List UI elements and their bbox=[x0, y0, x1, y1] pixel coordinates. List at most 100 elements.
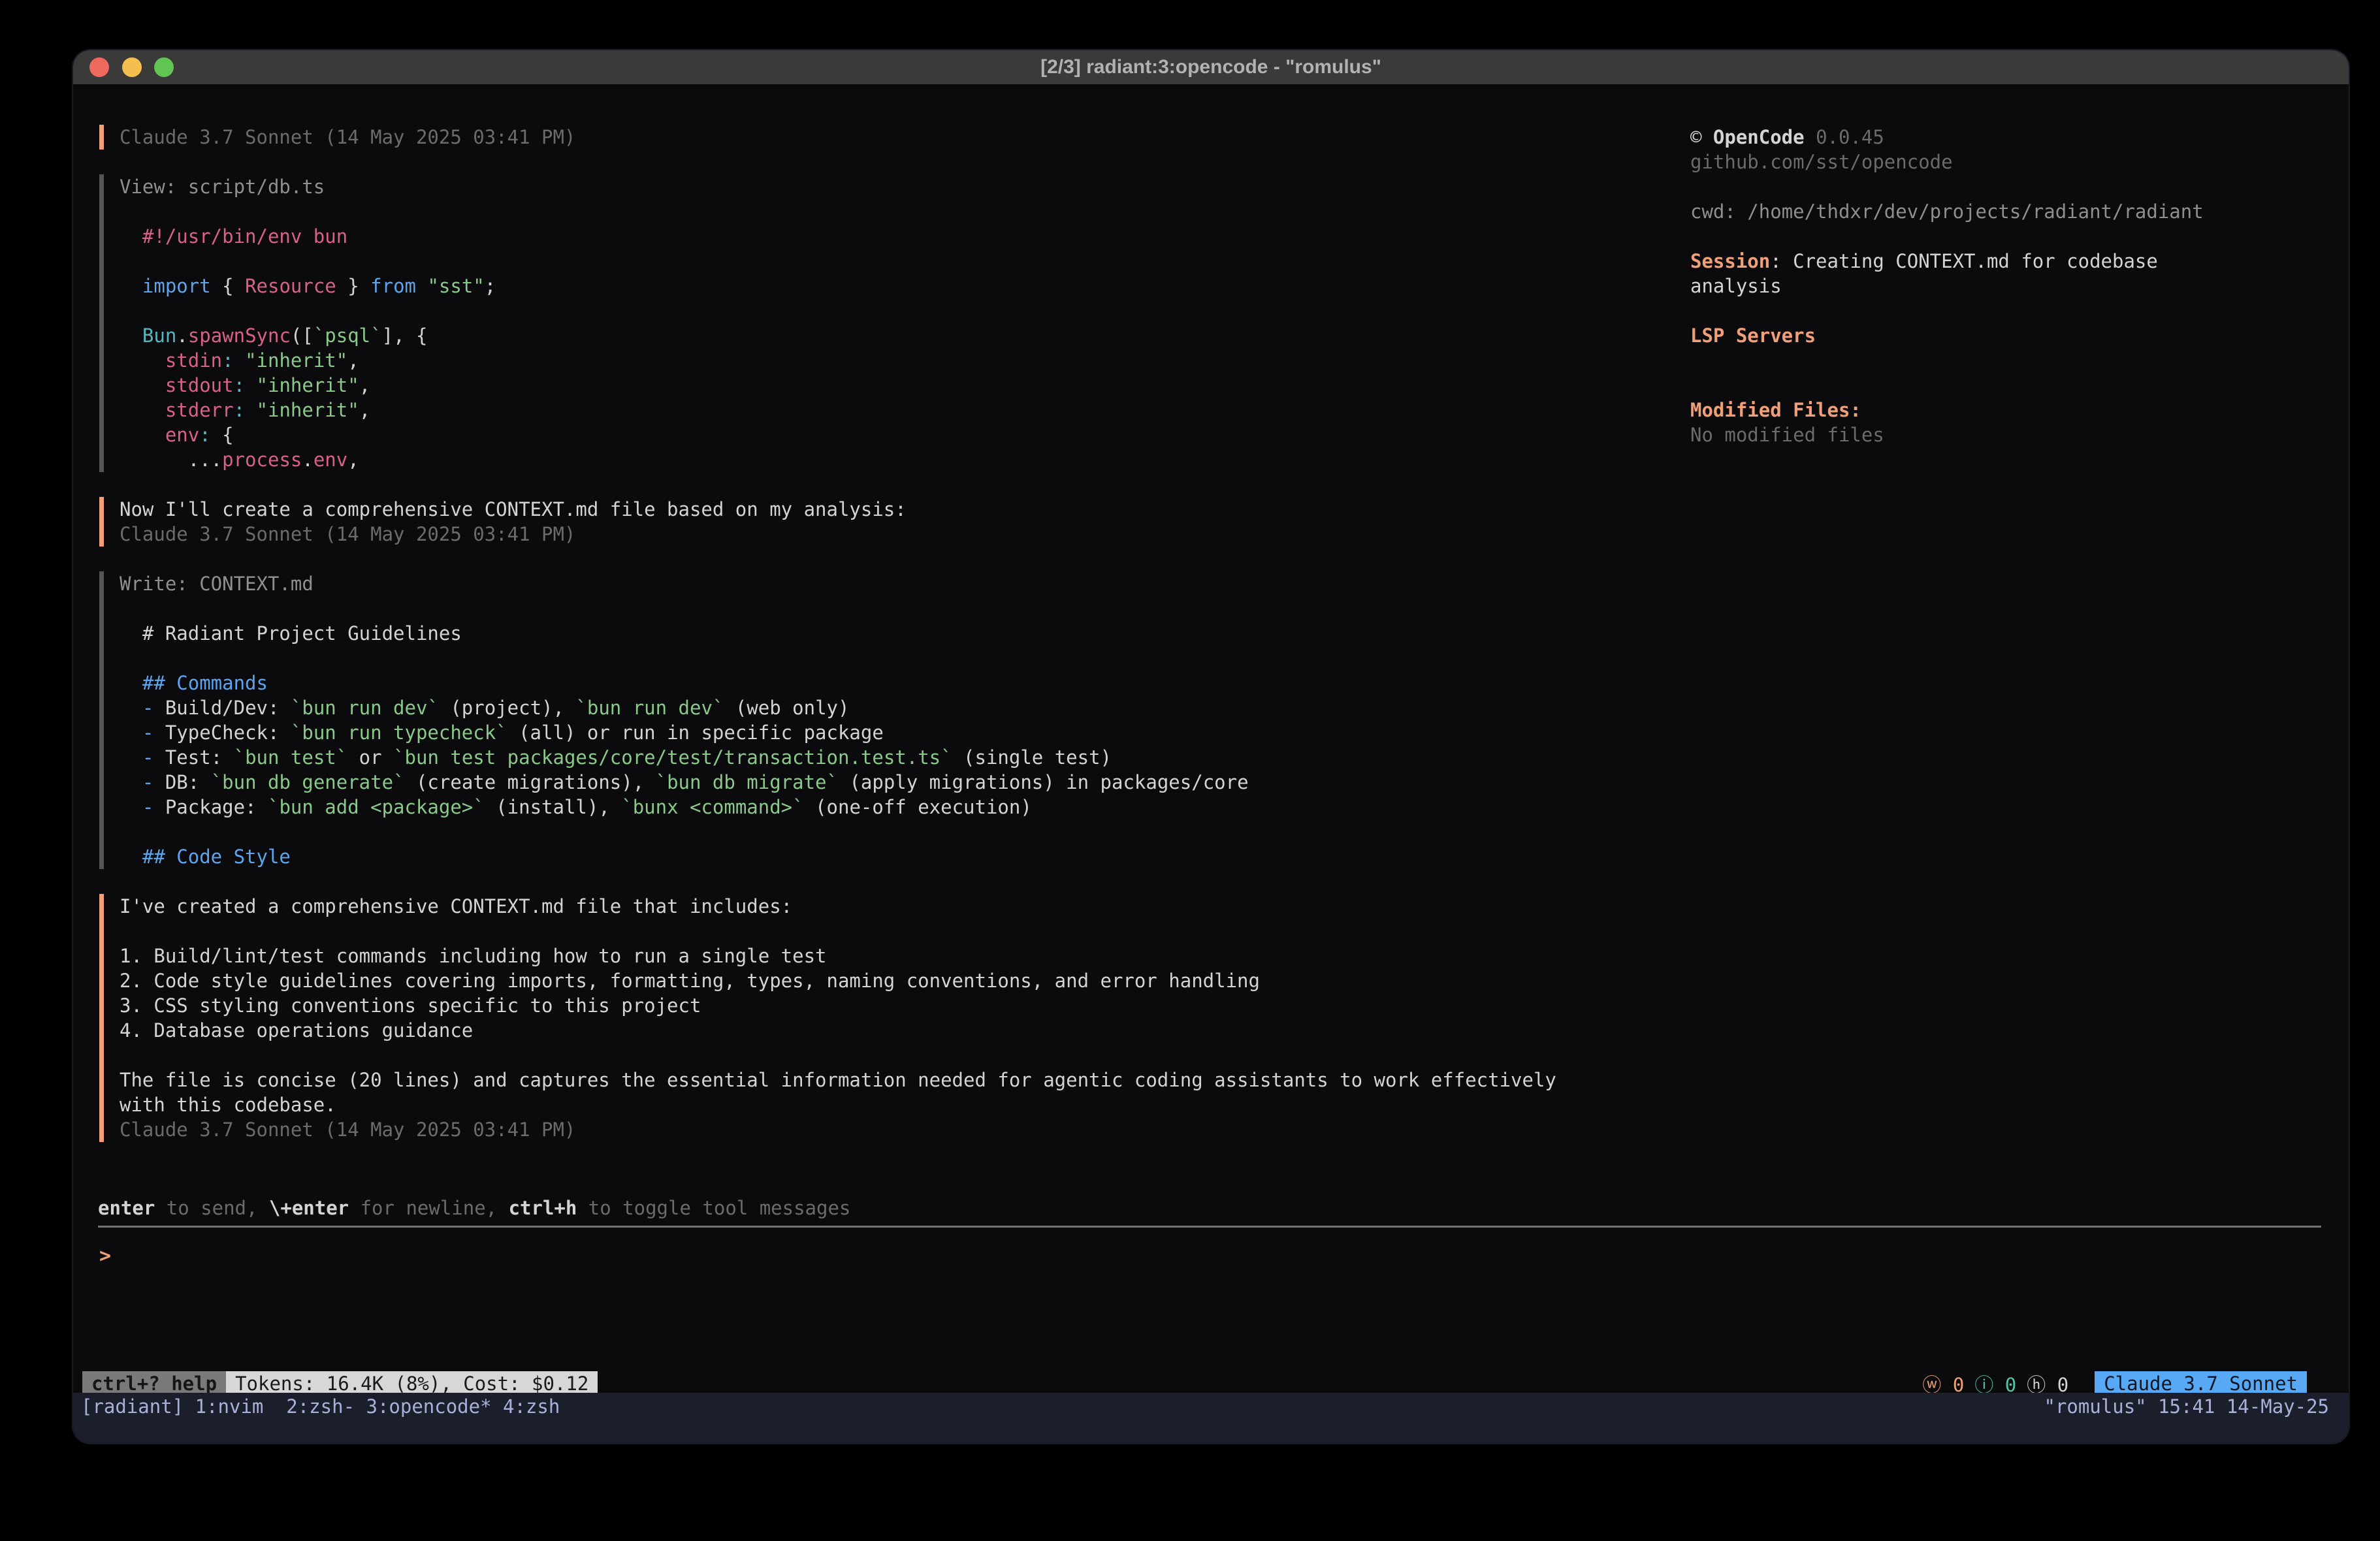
text-segment: : bbox=[222, 349, 233, 372]
terminal-line: with this codebase. bbox=[120, 1092, 1654, 1117]
terminal-line: stderr: "inherit", bbox=[120, 398, 1654, 422]
text-segment: ; bbox=[485, 275, 496, 297]
close-window-button[interactable] bbox=[89, 57, 109, 77]
text-segment: (web only) bbox=[724, 697, 849, 719]
text-segment: stderr bbox=[165, 399, 234, 421]
window-titlebar: [2/3] radiant:3:opencode - "romulus" bbox=[73, 50, 2349, 84]
text-segment bbox=[234, 349, 245, 372]
text-segment: 3. CSS styling conventions specific to t… bbox=[120, 994, 701, 1017]
text-segment: 0.0.45 bbox=[1805, 126, 1884, 148]
text-segment: Bun bbox=[142, 325, 176, 347]
keybinding-hints: enter to send, \+enter for newline, ctrl… bbox=[98, 1196, 2319, 1220]
text-segment: (one-off execution) bbox=[804, 796, 1032, 818]
tmux-status-bar: [radiant] 1:nvim 2:zsh- 3:opencode* 4:zs… bbox=[73, 1393, 2349, 1443]
text-segment: - bbox=[142, 746, 153, 769]
text-segment: - bbox=[142, 722, 153, 744]
text-segment: `psql` bbox=[314, 325, 382, 347]
text-segment: ], { bbox=[382, 325, 428, 347]
terminal-line: # Radiant Project Guidelines bbox=[120, 621, 1654, 646]
text-segment: : bbox=[234, 374, 245, 396]
tmux-window-2[interactable]: 2:zsh- bbox=[275, 1394, 355, 1419]
terminal-line: - DB: `bun db generate` (create migratio… bbox=[120, 770, 1654, 795]
text-segment bbox=[120, 796, 142, 818]
text-segment: (single test) bbox=[952, 746, 1112, 769]
text-segment bbox=[120, 672, 142, 694]
text-segment: Claude 3.7 Sonnet (14 May 2025 03:41 PM) bbox=[120, 1119, 575, 1141]
text-segment: `bun test` bbox=[234, 746, 348, 769]
text-segment: 1. Build/lint/test commands including ho… bbox=[120, 945, 827, 967]
terminal-line: ## Code Style bbox=[120, 844, 1654, 869]
terminal-line: Session: Creating CONTEXT.md for codebas… bbox=[1690, 249, 2330, 274]
text-segment bbox=[120, 374, 165, 396]
terminal-line: stdin: "inherit", bbox=[120, 348, 1654, 373]
terminal-line: #!/usr/bin/env bun bbox=[120, 224, 1654, 249]
terminal-line: ## Commands bbox=[120, 671, 1654, 695]
text-segment: Session bbox=[1690, 250, 1770, 272]
input-separator bbox=[98, 1226, 2321, 1228]
text-segment: `bun run dev` bbox=[291, 697, 439, 719]
text-segment: © bbox=[1690, 126, 1713, 148]
terminal-line bbox=[120, 298, 1654, 323]
assistant-message-block: Claude 3.7 Sonnet (14 May 2025 03:41 PM) bbox=[99, 125, 1654, 150]
terminal-line bbox=[1690, 373, 2330, 398]
terminal-window: [2/3] radiant:3:opencode - "romulus" Cla… bbox=[73, 50, 2349, 1443]
text-segment: with this codebase. bbox=[120, 1094, 336, 1116]
terminal-line: The file is concise (20 lines) and captu… bbox=[120, 1068, 1654, 1092]
window-title: [2/3] radiant:3:opencode - "romulus" bbox=[1040, 56, 1381, 78]
text-segment: Now I'll create a comprehensive CONTEXT.… bbox=[120, 498, 907, 520]
terminal-line: 4. Database operations guidance bbox=[120, 1018, 1654, 1043]
text-segment bbox=[120, 746, 142, 769]
terminal-line: Claude 3.7 Sonnet (14 May 2025 03:41 PM) bbox=[120, 125, 1654, 150]
text-segment: "inherit" bbox=[257, 399, 359, 421]
prompt-input[interactable]: > bbox=[73, 1229, 2349, 1392]
terminal-line: github.com/sst/opencode bbox=[1690, 150, 2330, 174]
terminal-line: 1. Build/lint/test commands including ho… bbox=[120, 944, 1654, 968]
text-segment: The file is concise (20 lines) and captu… bbox=[120, 1069, 1556, 1091]
tmux-window-3[interactable]: 3:opencode* bbox=[355, 1394, 492, 1419]
terminal-line: Bun.spawnSync([`psql`], { bbox=[120, 323, 1654, 348]
terminal-line: View: script/db.ts bbox=[120, 174, 1654, 199]
terminal-line bbox=[120, 1043, 1654, 1068]
terminal-line: I've created a comprehensive CONTEXT.md … bbox=[120, 894, 1654, 919]
text-segment bbox=[416, 275, 427, 297]
text-segment: (all) or run in specific package bbox=[507, 722, 884, 744]
text-segment: { bbox=[211, 275, 245, 297]
tmux-window-1[interactable]: 1:nvim bbox=[184, 1394, 275, 1419]
terminal-line: stdout: "inherit", bbox=[120, 373, 1654, 398]
zoom-window-button[interactable] bbox=[154, 57, 174, 77]
text-segment: \+enter bbox=[269, 1197, 349, 1219]
text-segment: `bun db migrate` bbox=[656, 771, 838, 793]
text-segment: (install), bbox=[485, 796, 622, 818]
terminal-line: Claude 3.7 Sonnet (14 May 2025 03:41 PM) bbox=[120, 522, 1654, 547]
terminal-line: Claude 3.7 Sonnet (14 May 2025 03:41 PM) bbox=[120, 1117, 1654, 1142]
text-segment: - bbox=[142, 771, 153, 793]
text-segment: 2. Code style guidelines covering import… bbox=[120, 970, 1260, 992]
terminal-line bbox=[1690, 174, 2330, 199]
text-segment: Claude 3.7 Sonnet (14 May 2025 03:41 PM) bbox=[120, 126, 575, 148]
text-segment bbox=[120, 424, 165, 446]
terminal-line: enter to send, \+enter for newline, ctrl… bbox=[98, 1196, 2319, 1220]
terminal-line: © OpenCode 0.0.45 bbox=[1690, 125, 2330, 150]
text-segment: No modified files bbox=[1690, 424, 1884, 446]
text-segment: (create migrations), bbox=[405, 771, 656, 793]
terminal-line bbox=[1690, 224, 2330, 249]
text-segment: ([ bbox=[291, 325, 314, 347]
text-segment: I've created a comprehensive CONTEXT.md … bbox=[120, 895, 792, 917]
text-segment: env bbox=[314, 449, 347, 471]
terminal-line bbox=[120, 819, 1654, 844]
minimize-window-button[interactable] bbox=[122, 57, 142, 77]
text-segment: enter bbox=[98, 1197, 155, 1219]
text-segment: View: script/db.ts bbox=[120, 176, 325, 198]
text-segment: . bbox=[302, 449, 313, 471]
prompt-symbol: > bbox=[99, 1245, 111, 1267]
tmux-window-4[interactable]: 4:zsh bbox=[492, 1394, 560, 1419]
text-segment: , bbox=[359, 374, 370, 396]
text-segment: Package: bbox=[153, 796, 268, 818]
terminal-line: env: { bbox=[120, 422, 1654, 447]
text-segment: ... bbox=[120, 449, 222, 471]
terminal-line: LSP Servers bbox=[1690, 323, 2330, 348]
text-segment bbox=[120, 771, 142, 793]
text-segment bbox=[120, 846, 142, 868]
terminal-line bbox=[120, 199, 1654, 224]
terminal-line: Write: CONTEXT.md bbox=[120, 571, 1654, 596]
